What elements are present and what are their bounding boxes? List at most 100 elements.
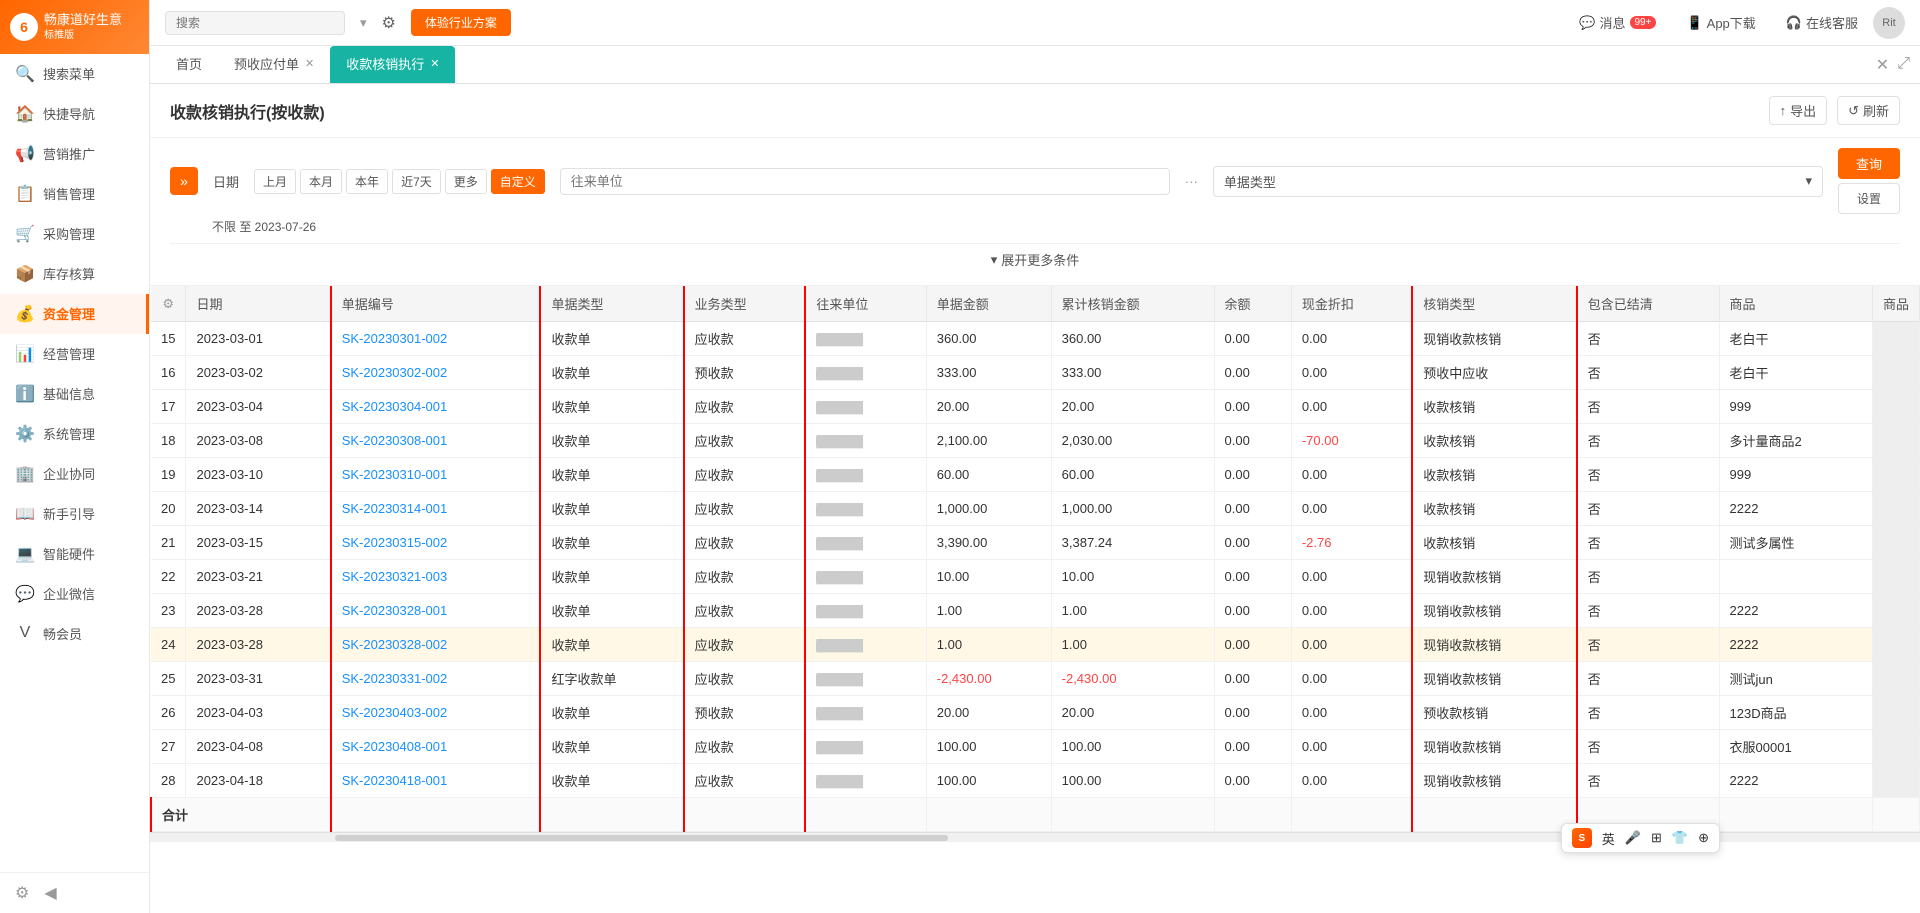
doc-no-link[interactable]: SK-20230408-001 (342, 739, 448, 754)
refresh-icon: ↺ (1848, 103, 1859, 119)
table-row: 28 2023-04-18 SK-20230418-001 收款单 应收款 ██… (151, 764, 1920, 798)
doc-no-link[interactable]: SK-20230304-001 (342, 399, 448, 414)
doc-no-link[interactable]: SK-20230302-002 (342, 365, 448, 380)
cell-row-no: 27 (151, 730, 186, 764)
doc-no-link[interactable]: SK-20230314-001 (342, 501, 448, 516)
tab-prepay[interactable]: 预收应付单 ✕ (218, 46, 330, 83)
cell-goods: 老白干 (1719, 322, 1872, 356)
sidebar-item-enterprise[interactable]: 🏢企业协同 (0, 454, 149, 494)
total-verified (1051, 798, 1214, 832)
user-avatar[interactable]: Rit (1873, 7, 1905, 39)
doc-no-link[interactable]: SK-20230328-001 (342, 603, 448, 618)
doc-no-link[interactable]: SK-20230328-002 (342, 637, 448, 652)
tab-collection[interactable]: 收款核销执行 ✕ (330, 46, 455, 83)
cell-discount: 0.00 (1291, 764, 1412, 798)
collapse-footer-icon[interactable]: ◀ (44, 883, 56, 903)
sidebar-item-basic[interactable]: ℹ️基础信息 (0, 374, 149, 414)
cell-balance: 0.00 (1214, 764, 1291, 798)
doc-no-link[interactable]: SK-20230301-002 (342, 331, 448, 346)
cell-settled: 否 (1577, 492, 1719, 526)
doc-no-link[interactable]: SK-20230310-001 (342, 467, 448, 482)
sidebar-item-guide[interactable]: 📖新手引导 (0, 494, 149, 534)
sidebar-item-operation[interactable]: 📊经营管理 (0, 334, 149, 374)
doc-no-link[interactable]: SK-20230331-002 (342, 671, 448, 686)
doc-no-link[interactable]: SK-20230403-002 (342, 705, 448, 720)
tab-home[interactable]: 首页 (160, 46, 218, 83)
cell-partner: ██████ (805, 764, 926, 798)
ime-keyboard-icon[interactable]: ⊞ (1651, 830, 1662, 846)
cell-discount: 0.00 (1291, 662, 1412, 696)
filter-dots[interactable]: ··· (1185, 174, 1198, 189)
query-button[interactable]: 查询 (1838, 148, 1900, 179)
sidebar-item-finance[interactable]: 💰资金管理 (0, 294, 149, 334)
cell-partner: ██████ (805, 424, 926, 458)
tab-close-all-icon[interactable]: ✕ (1876, 55, 1889, 75)
cell-date: 2023-03-08 (186, 424, 331, 458)
partner-filter-input[interactable] (560, 168, 1170, 195)
app-download-action[interactable]: 📱 App下载 (1686, 13, 1755, 32)
message-icon: 💬 (1579, 15, 1595, 31)
date-last-month[interactable]: 上月 (254, 169, 296, 194)
ime-apps-icon[interactable]: ⊕ (1698, 830, 1709, 846)
doc-no-link[interactable]: SK-20230418-001 (342, 773, 448, 788)
ime-shirt-icon[interactable]: 👕 (1672, 830, 1688, 846)
cell-goods2 (1872, 526, 1919, 560)
topbar-dropdown-arrow[interactable]: ▾ (360, 15, 367, 31)
col-setting[interactable]: ⚙ (151, 286, 186, 322)
sidebar-footer: ⚙ ◀ (0, 872, 149, 913)
cell-discount: 0.00 (1291, 594, 1412, 628)
doc-no-link[interactable]: SK-20230308-001 (342, 433, 448, 448)
sidebar-item-system[interactable]: ⚙️系统管理 (0, 414, 149, 454)
tab-expand-icon[interactable]: ⤢ (1897, 55, 1910, 75)
ime-logo-icon: S (1572, 828, 1592, 848)
date-custom[interactable]: 自定义 (491, 169, 545, 194)
sidebar-item-purchase[interactable]: 🛒采购管理 (0, 214, 149, 254)
sidebar-item-label: 智能硬件 (43, 544, 95, 563)
ime-mic-icon[interactable]: 🎤 (1625, 830, 1641, 846)
sidebar-item-member[interactable]: V畅会员 (0, 614, 149, 653)
sidebar-item-sales[interactable]: 📋销售管理 (0, 174, 149, 214)
sidebar-item-marketing[interactable]: 📢营销推广 (0, 134, 149, 174)
cell-date: 2023-03-02 (186, 356, 331, 390)
sidebar-item-label: 营销推广 (43, 144, 95, 163)
date-this-month[interactable]: 本月 (300, 169, 342, 194)
sidebar-item-search[interactable]: 🔍搜索菜单 (0, 54, 149, 94)
industry-solution-button[interactable]: 体验行业方案 (411, 9, 511, 36)
sidebar-item-inventory[interactable]: 📦库存核算 (0, 254, 149, 294)
sidebar-item-hardware[interactable]: 💻智能硬件 (0, 534, 149, 574)
doc-type-select[interactable]: 单据类型 ▾ (1213, 166, 1823, 197)
sidebar-item-shortcut[interactable]: 🏠快捷导航 (0, 94, 149, 134)
chevron-down-small-icon: ▾ (991, 252, 998, 268)
sidebar-item-wechat[interactable]: 💬企业微信 (0, 574, 149, 614)
doc-no-link[interactable]: SK-20230321-003 (342, 569, 448, 584)
cell-row-no: 20 (151, 492, 186, 526)
cell-doc-type: 红字收款单 (540, 662, 683, 696)
inventory-icon: 📦 (15, 264, 35, 284)
expand-filters-btn[interactable]: ▾ 展开更多条件 (170, 243, 1900, 275)
settings-footer-icon[interactable]: ⚙ (15, 883, 29, 903)
messages-action[interactable]: 💬 消息 99+ (1579, 13, 1656, 32)
topbar-search-input[interactable] (165, 11, 345, 35)
cell-discount: 0.00 (1291, 628, 1412, 662)
tab-collection-close[interactable]: ✕ (430, 57, 439, 70)
refresh-button[interactable]: ↺ 刷新 (1837, 96, 1900, 125)
cell-doc-type: 收款单 (540, 696, 683, 730)
tab-prepay-close[interactable]: ✕ (305, 57, 314, 70)
cell-goods2 (1872, 628, 1919, 662)
doc-no-link[interactable]: SK-20230315-002 (342, 535, 448, 550)
cell-partner: ██████ (805, 628, 926, 662)
date-more[interactable]: 更多 (445, 169, 487, 194)
support-action[interactable]: 🎧 在线客服 (1786, 13, 1858, 32)
cell-verified: 100.00 (1051, 764, 1214, 798)
filter-toggle-btn[interactable]: » (170, 167, 198, 195)
settings-button[interactable]: 设置 (1838, 183, 1900, 214)
operation-icon: 📊 (15, 344, 35, 364)
cell-row-no: 24 (151, 628, 186, 662)
cell-doc-type: 收款单 (540, 628, 683, 662)
export-button[interactable]: ↑ 导出 (1769, 96, 1828, 125)
topbar-gear-icon[interactable]: ⚙ (382, 13, 396, 33)
cell-date: 2023-03-31 (186, 662, 331, 696)
sidebar: 6 畅康道好生意 标推版 🔍搜索菜单🏠快捷导航📢营销推广📋销售管理🛒采购管理📦库… (0, 0, 150, 913)
date-7days[interactable]: 近7天 (392, 169, 441, 194)
date-this-year[interactable]: 本年 (346, 169, 388, 194)
